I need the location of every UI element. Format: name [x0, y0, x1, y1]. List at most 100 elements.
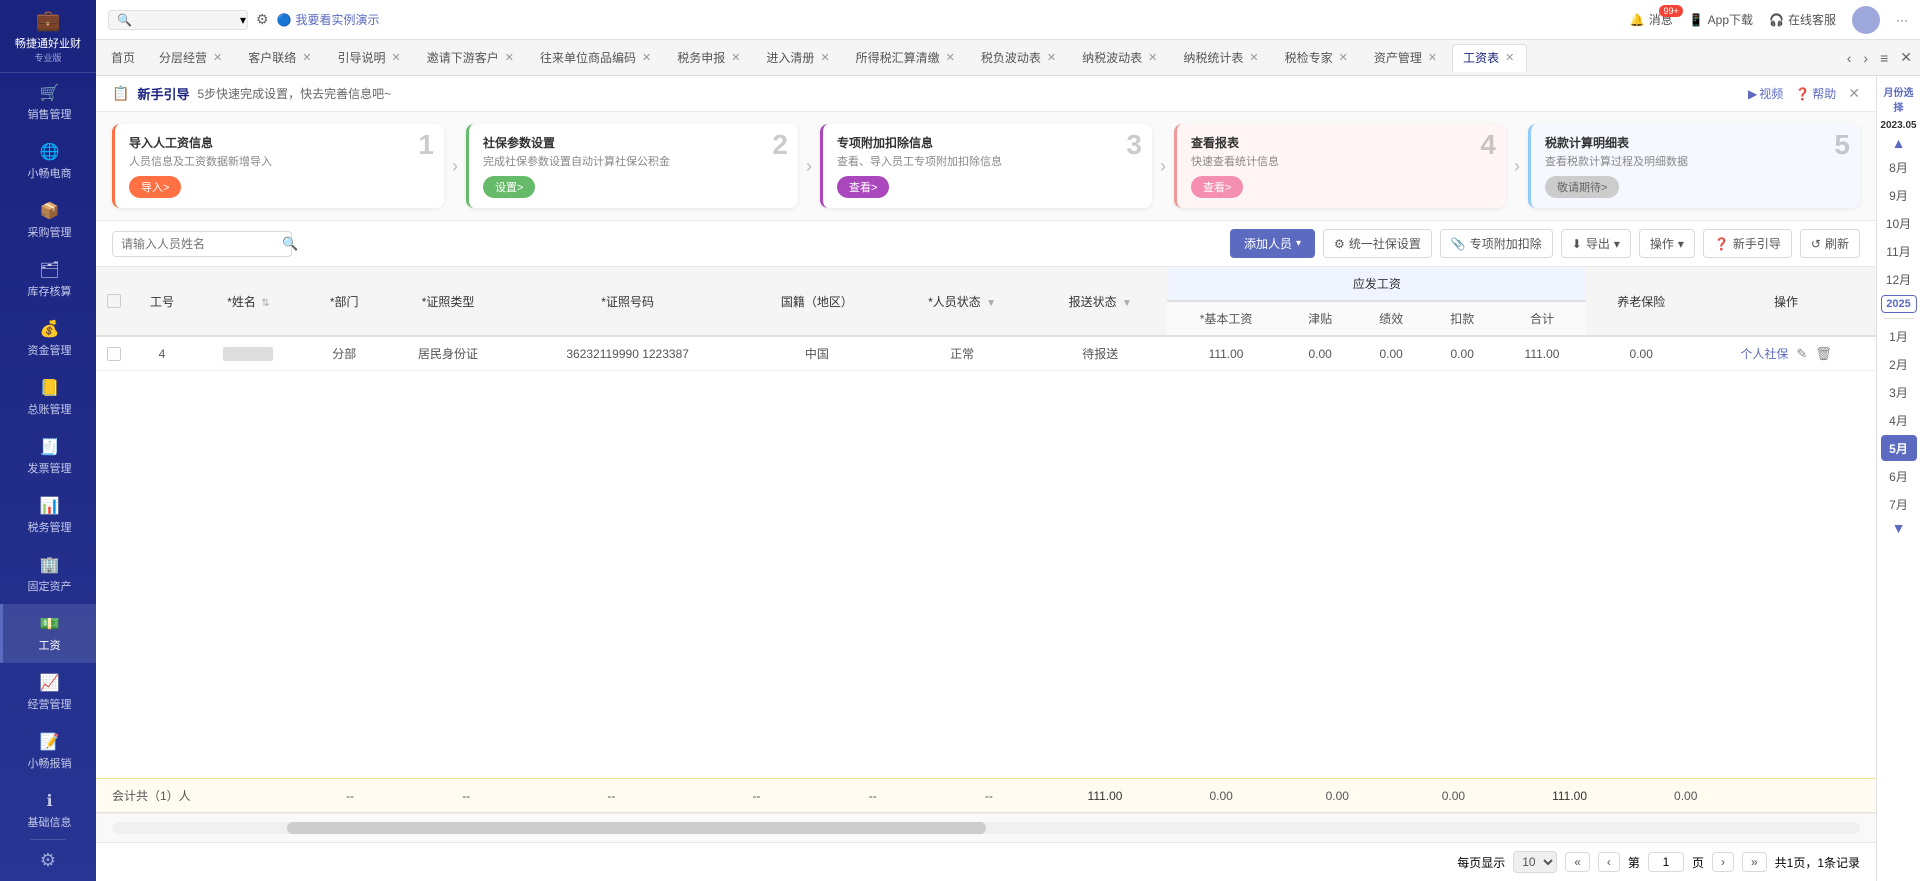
select-all-checkbox[interactable]: [107, 294, 121, 308]
tab-close-all-btn[interactable]: ✕: [1896, 47, 1916, 68]
operate-btn[interactable]: 操作 ▾: [1639, 229, 1695, 258]
notification-btn[interactable]: 🔔 消息 99+: [1630, 11, 1673, 28]
topbar-demo-btn[interactable]: 🔵 我要看实例演示: [277, 11, 380, 28]
new-guide-btn[interactable]: ❓ 新手引导: [1703, 229, 1792, 258]
topbar-dropdown-icon[interactable]: ▾: [240, 13, 246, 27]
month-item-10[interactable]: 5月: [1881, 435, 1917, 461]
report-filter-icon[interactable]: ▼: [1122, 298, 1132, 309]
month-item-2[interactable]: 10月: [1881, 210, 1917, 236]
tab-close-salary[interactable]: ✕: [1503, 50, 1516, 65]
tab-close-invite[interactable]: ✕: [503, 50, 516, 65]
sidebar-item-basic[interactable]: ℹ 基础信息: [0, 781, 96, 839]
month-item-11[interactable]: 6月: [1881, 463, 1917, 489]
month-item-12[interactable]: 7月: [1881, 491, 1917, 517]
topbar-search-input[interactable]: [136, 13, 236, 27]
status-filter-icon[interactable]: ▼: [986, 298, 996, 309]
tab-crm[interactable]: 客户联络✕: [237, 44, 324, 72]
guide-help-btn[interactable]: ❓ 帮助: [1795, 85, 1836, 102]
topbar-gear-icon[interactable]: ⚙: [256, 11, 269, 28]
tab-tax_report[interactable]: 税务申报✕: [666, 44, 753, 72]
tab-close-tax_expert[interactable]: ✕: [1337, 50, 1350, 65]
tab-close-tax_count[interactable]: ✕: [1247, 50, 1260, 65]
guide-video-btn[interactable]: ▶ 视频: [1748, 85, 1783, 102]
tab-close-asset[interactable]: ✕: [1426, 50, 1439, 65]
app-download-btn[interactable]: 📱 App下载: [1689, 11, 1753, 28]
tab-tax_calc[interactable]: 所得税汇算清缴✕: [845, 44, 968, 72]
tab-tax_expert[interactable]: 税检专家✕: [1274, 44, 1361, 72]
sidebar-item-fixed_assets[interactable]: 🏢 固定资产: [0, 545, 96, 604]
next-page-btn[interactable]: ›: [1712, 852, 1734, 872]
sidebar-item-ecommerce[interactable]: 🌐 小畅电商: [0, 132, 96, 191]
sidebar-item-finance[interactable]: 💰 资金管理: [0, 309, 96, 368]
employee-search-input[interactable]: [121, 237, 276, 251]
tab-close-tax_exempt[interactable]: ✕: [1045, 50, 1058, 65]
social-settings-btn[interactable]: ⚙ 统一社保设置: [1323, 229, 1432, 258]
page-number-input[interactable]: [1648, 852, 1684, 872]
scroll-track[interactable]: [112, 822, 1860, 834]
add-employee-btn[interactable]: 添加人员 ▾: [1230, 229, 1315, 258]
refresh-btn[interactable]: ↺ 刷新: [1800, 229, 1860, 258]
month-item-1[interactable]: 9月: [1881, 182, 1917, 208]
scrollbar-area[interactable]: [96, 813, 1876, 842]
sidebar-item-salary[interactable]: 💵 工资: [0, 604, 96, 663]
tab-goods_code[interactable]: 往来单位商品编码✕: [529, 44, 664, 72]
search-icon[interactable]: 🔍: [282, 236, 298, 252]
guide-close-btn[interactable]: ✕: [1848, 85, 1860, 102]
tab-close-guide[interactable]: ✕: [390, 50, 403, 65]
tab-tiered[interactable]: 分层经营✕: [148, 44, 235, 72]
step-btn-3[interactable]: 查看>: [837, 176, 889, 198]
tab-guide[interactable]: 引导说明✕: [326, 44, 413, 72]
month-item-9[interactable]: 4月: [1881, 407, 1917, 433]
prev-page-btn[interactable]: ‹: [1598, 852, 1620, 872]
sidebar-item-operation[interactable]: 📈 经营管理: [0, 663, 96, 722]
sidebar-item-invoice[interactable]: 🧾 发票管理: [0, 427, 96, 486]
month-down-btn[interactable]: ▼: [1890, 518, 1908, 538]
online-service-btn[interactable]: 🎧 在线客服: [1769, 11, 1836, 28]
tab-close-tax_report[interactable]: ✕: [729, 50, 742, 65]
tab-tax_count[interactable]: 纳税统计表✕: [1172, 44, 1271, 72]
settings-icon[interactable]: ⚙: [40, 850, 56, 871]
tab-close-tax_calc[interactable]: ✕: [944, 50, 957, 65]
tab-invite[interactable]: 邀请下游客户✕: [416, 44, 527, 72]
tab-menu-btn[interactable]: ≡: [1876, 48, 1892, 68]
name-sort-icon[interactable]: ⇅: [261, 298, 269, 309]
export-btn[interactable]: ⬇ 导出 ▾: [1561, 229, 1631, 258]
step-btn-5[interactable]: 敬请期待>: [1545, 176, 1619, 198]
tab-close-goods_code[interactable]: ✕: [640, 50, 653, 65]
tab-tax_exempt[interactable]: 税负波动表✕: [970, 44, 1069, 72]
month-up-btn[interactable]: ▲: [1890, 133, 1908, 153]
tab-close-tax_stats[interactable]: ✕: [1146, 50, 1159, 65]
action-delete-0[interactable]: 🗑: [1815, 346, 1832, 362]
tab-tax_stats[interactable]: 纳税波动表✕: [1071, 44, 1170, 72]
tab-close-crm[interactable]: ✕: [300, 50, 313, 65]
month-item-3[interactable]: 11月: [1881, 238, 1917, 264]
last-page-btn[interactable]: »: [1742, 852, 1767, 872]
tab-next-btn[interactable]: ›: [1859, 48, 1872, 68]
tab-salary[interactable]: 工资表✕: [1452, 44, 1527, 72]
sidebar-item-ledger[interactable]: 📒 总账管理: [0, 368, 96, 427]
step-btn-2[interactable]: 设置>: [483, 176, 535, 198]
sidebar-item-report[interactable]: 📝 小畅报销: [0, 722, 96, 781]
tab-close-clearance[interactable]: ✕: [818, 50, 831, 65]
step-btn-1[interactable]: 导入>: [129, 176, 181, 198]
month-item-7[interactable]: 2月: [1881, 351, 1917, 377]
action-edit-0[interactable]: ✎: [1796, 346, 1807, 362]
tab-prev-btn[interactable]: ‹: [1843, 48, 1856, 68]
row-checkbox-0[interactable]: [107, 347, 121, 361]
sidebar-item-inventory[interactable]: 🗂 库存核算: [0, 250, 96, 309]
special-deduction-btn[interactable]: 📎 专项附加扣除: [1440, 229, 1553, 258]
tab-close-tiered[interactable]: ✕: [211, 50, 224, 65]
month-item-4[interactable]: 12月: [1881, 266, 1917, 292]
month-item-6[interactable]: 1月: [1881, 323, 1917, 349]
per-page-select[interactable]: 10 20 50: [1513, 851, 1557, 873]
sidebar-item-sales[interactable]: 🛒 销售管理: [0, 73, 96, 132]
tab-clearance[interactable]: 进入清册✕: [755, 44, 842, 72]
first-page-btn[interactable]: «: [1565, 852, 1590, 872]
action-social-0[interactable]: 个人社保: [1740, 345, 1788, 362]
user-avatar[interactable]: [1852, 6, 1880, 34]
sidebar-item-purchase[interactable]: 📦 采购管理: [0, 191, 96, 250]
step-btn-4[interactable]: 查看>: [1191, 176, 1243, 198]
tab-asset[interactable]: 资产管理✕: [1363, 44, 1450, 72]
sidebar-item-tax[interactable]: 📊 税务管理: [0, 486, 96, 545]
tab-home[interactable]: 首页: [100, 44, 146, 72]
